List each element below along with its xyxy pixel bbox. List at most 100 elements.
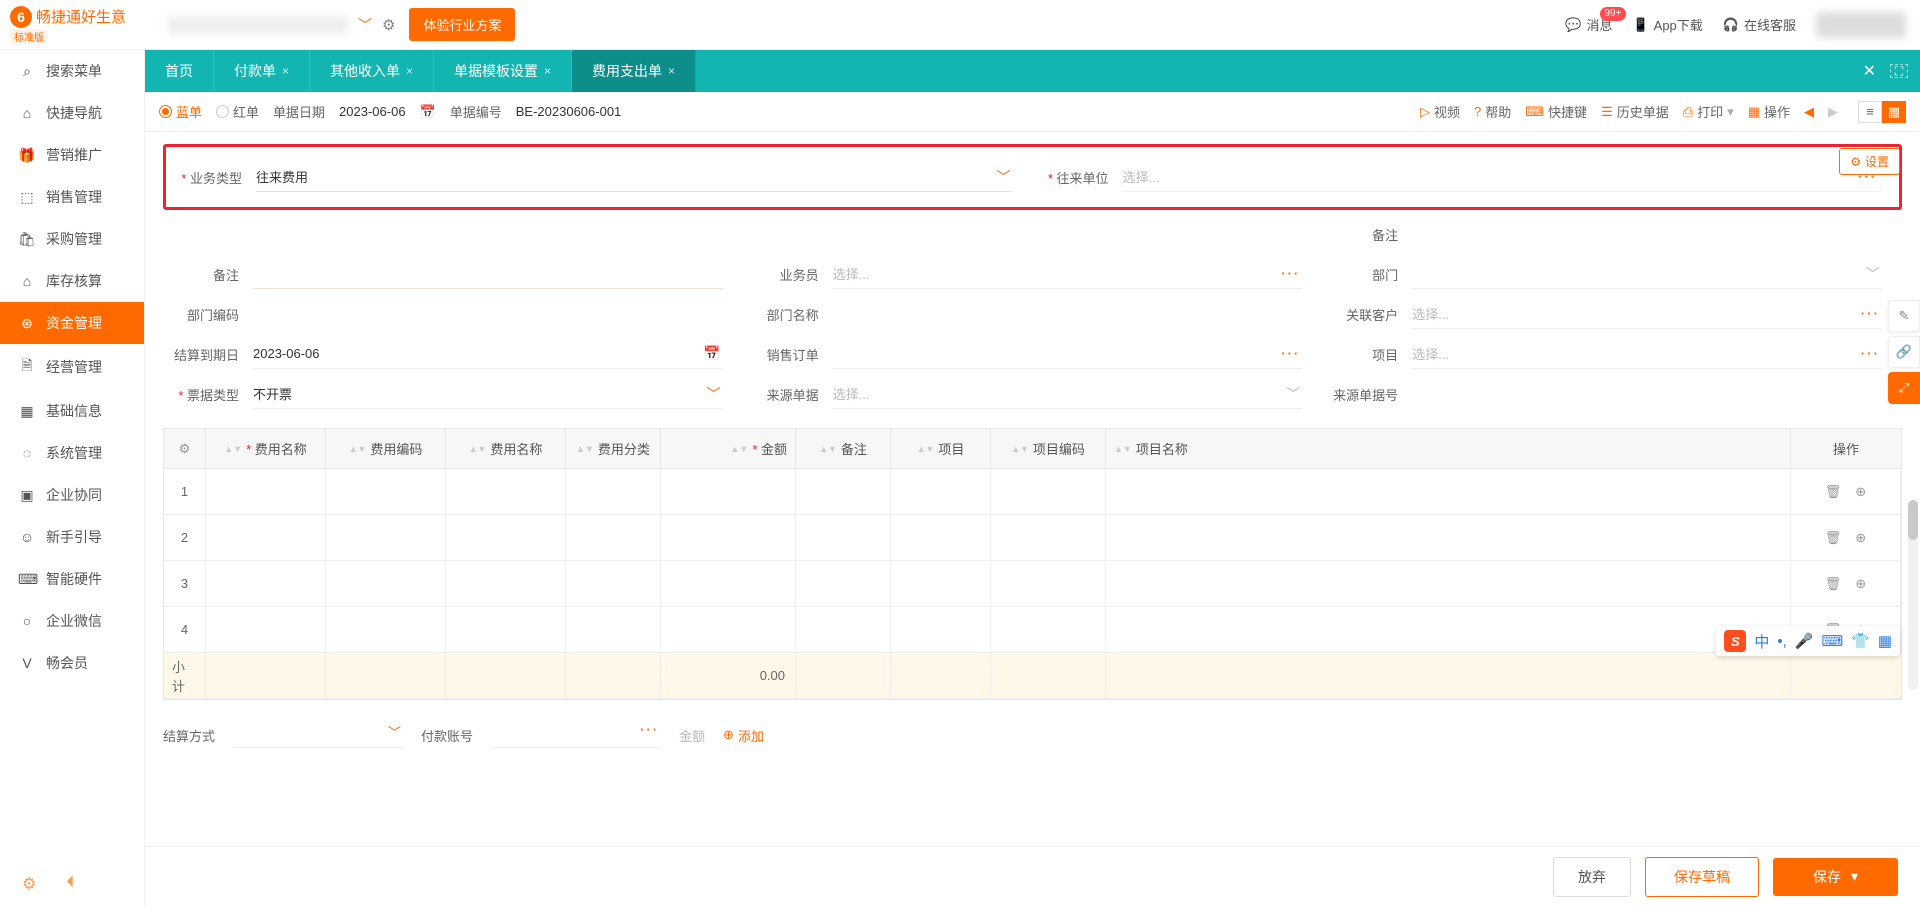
more-icon: ··· [1281, 346, 1300, 361]
action-shortcut[interactable]: ⌨快捷键 [1525, 102, 1587, 121]
sidebar-item-2[interactable]: 🎁营销推广 [0, 134, 144, 176]
settle-method-select[interactable]: ﹀ [233, 722, 403, 748]
ime-grid-icon[interactable]: ▦ [1878, 632, 1892, 650]
ime-toolbar[interactable]: S 中 •, 🎤 ⌨ 👕 ▦ [1716, 626, 1900, 656]
party-select[interactable]: 选择... ··· [1123, 162, 1880, 192]
tab-0[interactable]: 首页 [145, 50, 214, 92]
remark-top-input[interactable] [1412, 219, 1882, 249]
action-ops[interactable]: ▦操作 [1748, 102, 1790, 121]
row-delete-icon[interactable]: 🗑 [1825, 484, 1842, 500]
rail-expand-button[interactable]: ⤢ [1888, 372, 1920, 404]
online-support-link[interactable]: 🎧 在线客服 [1723, 15, 1796, 34]
ime-punct-icon[interactable]: •, [1777, 633, 1786, 650]
tab-3[interactable]: 单据模板设置× [434, 50, 572, 92]
sidebar-item-1[interactable]: ⌂快捷导航 [0, 92, 144, 134]
row-add-icon[interactable]: ⊕ [1855, 484, 1866, 500]
action-video[interactable]: ▷视频 [1420, 102, 1460, 121]
row-add-icon[interactable]: ⊕ [1855, 530, 1866, 546]
rail-link-button[interactable]: 🔗 [1888, 336, 1920, 368]
table-row[interactable]: 1🗑⊕ [164, 469, 1901, 515]
sidebar-item-5[interactable]: ⌂库存核算 [0, 260, 144, 302]
ime-skin-icon[interactable]: 👕 [1851, 632, 1870, 650]
grid-settings-icon[interactable]: ⚙ [164, 429, 206, 468]
highlighted-required-fields: 业务类型 往来费用 ﹀ 往来单位 选择... ··· [163, 144, 1902, 210]
sidebar-item-6[interactable]: ⊛资金管理 [0, 302, 144, 344]
save-button[interactable]: 保存▾ [1773, 858, 1898, 896]
source-doc-select[interactable]: 选择... ﹀ [833, 379, 1303, 409]
company-selector[interactable]: ﹀ ⚙ [168, 15, 395, 35]
pay-account-select[interactable]: ··· [491, 722, 661, 748]
sidebar-item-3[interactable]: ⬚销售管理 [0, 176, 144, 218]
dept-select[interactable]: ﹀ [1412, 259, 1882, 289]
rel-cust-select[interactable]: 选择... ··· [1412, 299, 1882, 329]
radio-blue-doc[interactable]: 蓝单 [159, 102, 202, 121]
view-card-button[interactable]: ▦ [1882, 101, 1906, 123]
sidebar-item-13[interactable]: ○企业微信 [0, 600, 144, 642]
dept-name-input[interactable] [833, 299, 1303, 329]
vertical-scrollbar[interactable] [1908, 500, 1918, 690]
clerk-select[interactable]: 选择... ··· [833, 259, 1303, 289]
remark-input[interactable] [253, 259, 723, 289]
biz-type-select[interactable]: 往来费用 ﹀ [256, 162, 1013, 192]
ime-mic-icon[interactable]: 🎤 [1795, 632, 1814, 650]
trial-industry-button[interactable]: 体验行业方案 [409, 8, 515, 41]
row-delete-icon[interactable]: 🗑 [1825, 530, 1842, 546]
close-icon[interactable]: × [282, 64, 289, 78]
sales-order-select[interactable]: ··· [833, 339, 1303, 369]
dept-code-input[interactable] [253, 299, 723, 329]
view-list-button[interactable]: ≡ [1858, 101, 1882, 123]
app-download-link[interactable]: 📱 App下载 [1632, 15, 1702, 34]
sidebar-item-14[interactable]: V畅会员 [0, 642, 144, 684]
sidebar-item-4[interactable]: 🛍采购管理 [0, 218, 144, 260]
sidebar-item-8[interactable]: ▦基础信息 [0, 390, 144, 432]
sidebar-item-10[interactable]: ▣ 企业协同 [0, 474, 144, 516]
nav-prev-icon[interactable]: ◀ [1804, 104, 1814, 120]
messages-badge: 99+ [1600, 7, 1627, 21]
close-icon[interactable]: × [668, 64, 675, 78]
sidebar-item-0[interactable]: ⌕搜索菜单 [0, 50, 144, 92]
doc-date-value[interactable]: 2023-06-06 [339, 104, 406, 119]
sidebar-item-7[interactable]: 🗎经营管理 [0, 344, 144, 390]
sidebar-item-12[interactable]: ⌨智能硬件 [0, 558, 144, 600]
radio-red-doc[interactable]: 红单 [216, 102, 259, 121]
sidebar-item-label: 快捷导航 [46, 103, 102, 123]
label-settle-method: 结算方式 [163, 726, 215, 745]
action-help[interactable]: ?帮助 [1474, 102, 1511, 121]
invoice-type-select[interactable]: 不开票 ﹀ [253, 379, 723, 409]
rail-note-button[interactable]: ✎ [1888, 300, 1920, 332]
table-row[interactable]: 4🗑⊕ [164, 607, 1901, 653]
action-history[interactable]: ☰历史单据 [1601, 102, 1669, 121]
gear-icon[interactable]: ⚙ [382, 16, 395, 34]
tab-2[interactable]: 其他收入单× [310, 50, 434, 92]
sidebar-icon: ▣ [18, 487, 36, 504]
row-delete-icon[interactable]: 🗑 [1825, 576, 1842, 592]
table-row[interactable]: 3🗑⊕ [164, 561, 1901, 607]
doc-no-label: 单据编号 [450, 102, 502, 121]
fullscreen-icon[interactable]: ⛶ [1890, 64, 1908, 78]
source-no-input[interactable] [1412, 379, 1882, 409]
table-row[interactable]: 2🗑⊕ [164, 515, 1901, 561]
user-avatar-blurred[interactable] [1816, 12, 1906, 38]
close-icon[interactable]: × [406, 64, 413, 78]
discard-button[interactable]: 放弃 [1553, 857, 1631, 897]
sidebar-item-label: 企业协同 [46, 485, 102, 505]
project-select[interactable]: 选择... ··· [1412, 339, 1882, 369]
row-add-icon[interactable]: ⊕ [1855, 576, 1866, 592]
tab-4[interactable]: 费用支出单× [572, 50, 696, 92]
tab-1[interactable]: 付款单× [214, 50, 310, 92]
sidebar-item-9[interactable]: ◌系统管理 [0, 432, 144, 474]
calendar-icon[interactable]: 📅 [420, 104, 436, 120]
calendar-icon: 📅 [703, 345, 720, 362]
sidebar-gear-icon[interactable]: ⚙ [22, 874, 36, 894]
close-icon[interactable]: × [544, 64, 551, 78]
sidebar-item-11[interactable]: ☺新手引导 [0, 516, 144, 558]
save-draft-button[interactable]: 保存草稿 [1645, 857, 1759, 897]
action-print[interactable]: ⎙打印▾ [1683, 102, 1734, 121]
ime-keyboard-icon[interactable]: ⌨ [1821, 632, 1843, 650]
sidebar-collapse-icon[interactable]: ⏴ [66, 874, 74, 894]
close-all-tabs-button[interactable]: ✕ [1863, 61, 1876, 81]
settle-date-input[interactable]: 2023-06-06 📅 [253, 339, 723, 369]
messages-link[interactable]: 💬 消息 99+ [1565, 15, 1612, 34]
label-clerk: 业务员 [743, 265, 833, 284]
add-settle-line-button[interactable]: ⊕添加 [723, 726, 764, 745]
